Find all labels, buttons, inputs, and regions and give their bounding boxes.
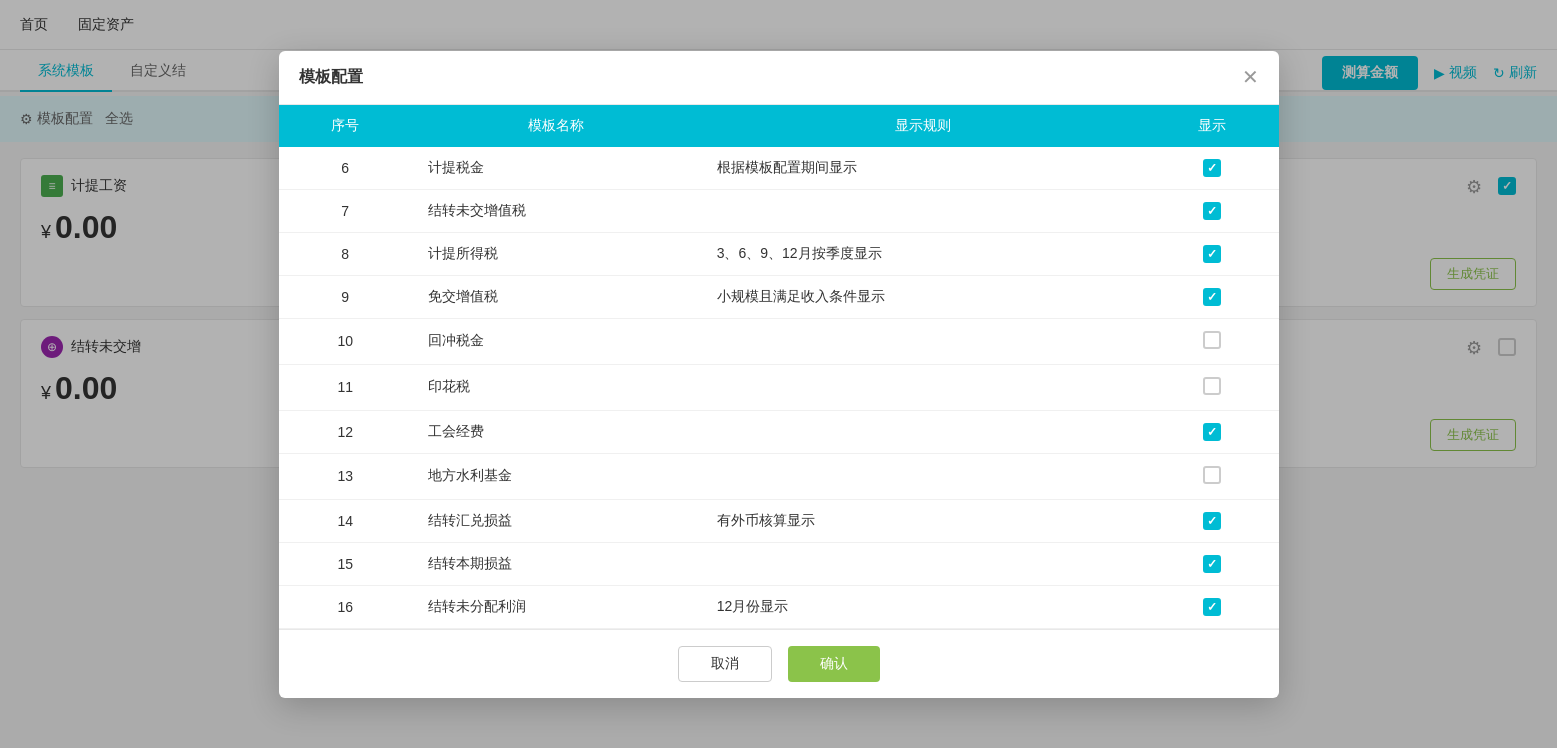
row-display-checkbox[interactable]	[1203, 245, 1221, 263]
row-index: 16	[279, 585, 412, 628]
row-display-cell	[1145, 585, 1278, 628]
modal-close-button[interactable]: ✕	[1242, 67, 1259, 87]
row-index: 15	[279, 542, 412, 585]
row-display-cell	[1145, 364, 1278, 410]
table-row: 9免交增值税小规模且满足收入条件显示	[279, 275, 1279, 318]
row-display-checkbox[interactable]	[1203, 512, 1221, 530]
table-row: 13地方水利基金	[279, 453, 1279, 499]
row-display-cell	[1145, 410, 1278, 453]
table-body: 6计提税金根据模板配置期间显示7结转未交增值税8计提所得税3、6、9、12月按季…	[279, 147, 1279, 629]
row-rule: 小规模且满足收入条件显示	[701, 275, 1145, 318]
row-display-cell	[1145, 318, 1278, 364]
row-display-checkbox[interactable]	[1203, 202, 1221, 220]
table-row: 8计提所得税3、6、9、12月按季度显示	[279, 232, 1279, 275]
row-display-checkbox[interactable]	[1203, 423, 1221, 441]
row-rule	[701, 189, 1145, 232]
row-name: 计提所得税	[412, 232, 701, 275]
row-display-checkbox[interactable]	[1203, 555, 1221, 573]
table-header: 序号 模板名称 显示规则 显示	[279, 105, 1279, 147]
cancel-button[interactable]: 取消	[678, 646, 772, 682]
col-name: 模板名称	[412, 105, 701, 147]
row-name: 印花税	[412, 364, 701, 410]
row-display-checkbox[interactable]	[1203, 466, 1221, 484]
row-index: 12	[279, 410, 412, 453]
row-rule	[701, 453, 1145, 499]
row-index: 9	[279, 275, 412, 318]
row-name: 计提税金	[412, 147, 701, 190]
row-rule	[701, 542, 1145, 585]
modal-body: 序号 模板名称 显示规则 显示 6计提税金根据模板配置期间显示7结转未交增值税8…	[279, 105, 1279, 629]
row-display-cell	[1145, 189, 1278, 232]
row-display-cell	[1145, 147, 1278, 190]
row-index: 14	[279, 499, 412, 542]
row-display-checkbox[interactable]	[1203, 377, 1221, 395]
row-display-checkbox[interactable]	[1203, 598, 1221, 616]
table-row: 7结转未交增值税	[279, 189, 1279, 232]
row-index: 8	[279, 232, 412, 275]
row-display-checkbox[interactable]	[1203, 159, 1221, 177]
row-name: 回冲税金	[412, 318, 701, 364]
template-config-modal: 模板配置 ✕ 序号 模板名称 显示规则 显示 6计提税金根据模板配置期间显示7结…	[279, 51, 1279, 698]
row-rule	[701, 410, 1145, 453]
row-display-cell	[1145, 542, 1278, 585]
table-row: 10回冲税金	[279, 318, 1279, 364]
confirm-button[interactable]: 确认	[788, 646, 880, 682]
row-index: 11	[279, 364, 412, 410]
row-name: 结转本期损益	[412, 542, 701, 585]
row-index: 13	[279, 453, 412, 499]
row-display-cell	[1145, 453, 1278, 499]
table-row: 12工会经费	[279, 410, 1279, 453]
col-display: 显示	[1145, 105, 1278, 147]
row-name: 工会经费	[412, 410, 701, 453]
row-index: 6	[279, 147, 412, 190]
row-name: 结转汇兑损益	[412, 499, 701, 542]
row-rule	[701, 364, 1145, 410]
row-index: 7	[279, 189, 412, 232]
table-row: 11印花税	[279, 364, 1279, 410]
row-display-cell	[1145, 499, 1278, 542]
row-name: 结转未分配利润	[412, 585, 701, 628]
col-index: 序号	[279, 105, 412, 147]
row-rule: 根据模板配置期间显示	[701, 147, 1145, 190]
table-row: 16结转未分配利润12月份显示	[279, 585, 1279, 628]
modal-header: 模板配置 ✕	[279, 51, 1279, 105]
col-rule: 显示规则	[701, 105, 1145, 147]
row-name: 结转未交增值税	[412, 189, 701, 232]
table-row: 14结转汇兑损益有外币核算显示	[279, 499, 1279, 542]
table-row: 15结转本期损益	[279, 542, 1279, 585]
row-rule: 12月份显示	[701, 585, 1145, 628]
row-display-cell	[1145, 275, 1278, 318]
modal-overlay: 模板配置 ✕ 序号 模板名称 显示规则 显示 6计提税金根据模板配置期间显示7结…	[0, 0, 1557, 748]
template-table: 序号 模板名称 显示规则 显示 6计提税金根据模板配置期间显示7结转未交增值税8…	[279, 105, 1279, 629]
row-rule	[701, 318, 1145, 364]
modal-title: 模板配置	[299, 67, 363, 88]
modal-footer: 取消 确认	[279, 629, 1279, 698]
row-name: 地方水利基金	[412, 453, 701, 499]
row-index: 10	[279, 318, 412, 364]
row-display-cell	[1145, 232, 1278, 275]
row-name: 免交增值税	[412, 275, 701, 318]
row-rule: 3、6、9、12月按季度显示	[701, 232, 1145, 275]
row-rule: 有外币核算显示	[701, 499, 1145, 542]
row-display-checkbox[interactable]	[1203, 288, 1221, 306]
row-display-checkbox[interactable]	[1203, 331, 1221, 349]
table-row: 6计提税金根据模板配置期间显示	[279, 147, 1279, 190]
